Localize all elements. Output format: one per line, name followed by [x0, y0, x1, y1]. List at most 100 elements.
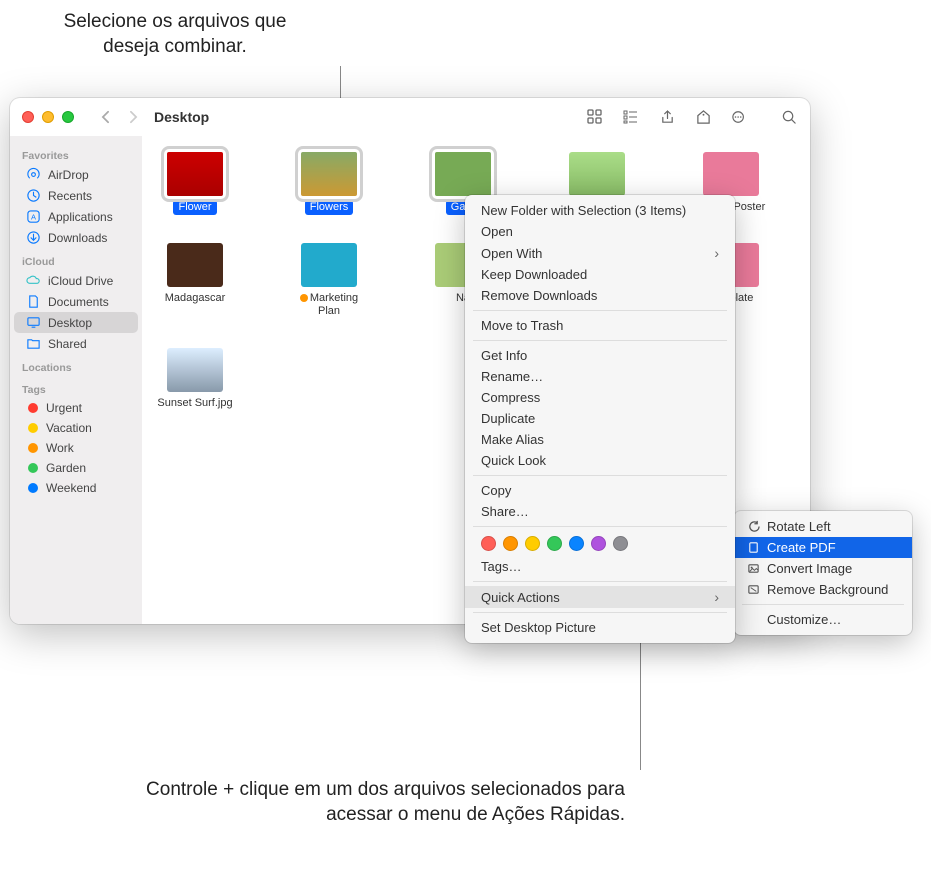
sidebar-item-desktop[interactable]: Desktop — [14, 312, 138, 333]
tag-color-swatch[interactable] — [525, 536, 540, 551]
zoom-button[interactable] — [62, 111, 74, 123]
menu-separator — [473, 526, 727, 527]
sidebar-section-header: iCloud — [10, 248, 142, 270]
folder-icon — [26, 336, 41, 351]
menu-item-rename[interactable]: Rename… — [465, 366, 735, 387]
file-item[interactable]: Flower — [150, 152, 240, 215]
tag-color-swatch[interactable] — [503, 536, 518, 551]
file-thumbnail — [167, 152, 223, 196]
file-thumbnail — [703, 152, 759, 196]
file-item[interactable]: Marketing Plan — [284, 243, 374, 319]
clock-icon — [26, 188, 41, 203]
search-icon[interactable] — [780, 108, 798, 126]
sidebar-item-airdrop[interactable]: AirDrop — [14, 164, 138, 185]
sidebar-item-shared[interactable]: Shared — [14, 333, 138, 354]
menu-item-copy[interactable]: Copy — [465, 480, 735, 501]
sidebar-item-weekend[interactable]: Weekend — [14, 478, 138, 498]
sidebar-item-label: Shared — [48, 337, 87, 351]
menu-item-share[interactable]: Share… — [465, 501, 735, 522]
sidebar-item-label: Garden — [46, 461, 86, 475]
tag-dot-icon — [28, 403, 38, 413]
menu-item-label: Get Info — [481, 348, 527, 363]
back-button[interactable] — [94, 110, 116, 124]
menu-item-quick-actions[interactable]: Quick Actions› — [465, 586, 735, 608]
sidebar-item-urgent[interactable]: Urgent — [14, 398, 138, 418]
group-icon[interactable] — [622, 108, 640, 126]
tag-color-swatch[interactable] — [481, 536, 496, 551]
menu-separator — [473, 340, 727, 341]
menu-separator — [473, 310, 727, 311]
more-icon[interactable] — [730, 108, 748, 126]
menu-item-duplicate[interactable]: Duplicate — [465, 408, 735, 429]
sidebar-item-label: Urgent — [46, 401, 82, 415]
share-icon[interactable] — [658, 108, 676, 126]
submenu-item-customize[interactable]: Customize… — [734, 609, 912, 630]
file-thumbnail — [167, 348, 223, 392]
view-icon-grid[interactable] — [586, 108, 604, 126]
submenu-item-convert-image[interactable]: Convert Image — [734, 558, 912, 579]
submenu-item-remove-background[interactable]: Remove Background — [734, 579, 912, 600]
apps-icon: A — [26, 209, 41, 224]
quick-actions-submenu: Rotate LeftCreate PDFConvert ImageRemove… — [734, 511, 912, 635]
menu-item-compress[interactable]: Compress — [465, 387, 735, 408]
menu-item-label: Copy — [481, 483, 511, 498]
close-button[interactable] — [22, 111, 34, 123]
sidebar-item-applications[interactable]: AApplications — [14, 206, 138, 227]
file-thumbnail — [301, 243, 357, 287]
file-name-label: Madagascar — [160, 291, 231, 306]
sidebar-item-label: Documents — [48, 295, 109, 309]
menu-item-quick-look[interactable]: Quick Look — [465, 450, 735, 471]
menu-item-open-with[interactable]: Open With› — [465, 242, 735, 264]
file-item[interactable]: Flowers — [284, 152, 374, 215]
menu-item-label: Make Alias — [481, 432, 544, 447]
sidebar: FavoritesAirDropRecentsAApplications Down… — [10, 136, 142, 624]
forward-button[interactable] — [122, 110, 144, 124]
menu-item-remove-downloads[interactable]: Remove Downloads — [465, 285, 735, 306]
file-thumbnail — [167, 243, 223, 287]
context-menu: New Folder with Selection (3 Items)OpenO… — [465, 195, 735, 643]
sidebar-item-work[interactable]: Work — [14, 438, 138, 458]
menu-item-move-to-trash[interactable]: Move to Trash — [465, 315, 735, 336]
file-thumbnail — [435, 152, 491, 196]
tag-dot-icon — [28, 463, 38, 473]
submenu-item-create-pdf[interactable]: Create PDF — [734, 537, 912, 558]
sidebar-item-label: Downloads — [48, 231, 107, 245]
sidebar-item-documents[interactable]: Documents — [14, 291, 138, 312]
tag-color-swatch[interactable] — [569, 536, 584, 551]
sidebar-item-downloads[interactable]: Downloads — [14, 227, 138, 248]
tag-color-swatch[interactable] — [547, 536, 562, 551]
menu-item-label: Remove Downloads — [481, 288, 597, 303]
sidebar-item-recents[interactable]: Recents — [14, 185, 138, 206]
menu-separator — [473, 475, 727, 476]
sidebar-item-label: Work — [46, 441, 74, 455]
sidebar-section-header: Favorites — [10, 142, 142, 164]
sidebar-item-icloud-drive[interactable]: iCloud Drive — [14, 270, 138, 291]
sidebar-item-vacation[interactable]: Vacation — [14, 418, 138, 438]
menu-item-get-info[interactable]: Get Info — [465, 345, 735, 366]
tag-icon[interactable] — [694, 108, 712, 126]
file-name-label: Sunset Surf.jpg — [152, 396, 237, 411]
pdf-icon — [746, 541, 760, 555]
file-item[interactable]: Madagascar — [150, 243, 240, 319]
menu-item-tags[interactable]: Tags… — [465, 556, 735, 577]
menu-item-set-desktop-picture[interactable]: Set Desktop Picture — [465, 617, 735, 638]
airdrop-icon — [26, 167, 41, 182]
menu-item-make-alias[interactable]: Make Alias — [465, 429, 735, 450]
menu-item-open[interactable]: Open — [465, 221, 735, 242]
menu-item-label: Keep Downloaded — [481, 267, 587, 282]
menu-item-new-folder-with-selection-3-items[interactable]: New Folder with Selection (3 Items) — [465, 200, 735, 221]
sidebar-section-header: Locations — [10, 354, 142, 376]
menu-item-label: Tags… — [481, 559, 521, 574]
svg-text:A: A — [31, 212, 36, 221]
sidebar-item-garden[interactable]: Garden — [14, 458, 138, 478]
sidebar-section-header: Tags — [10, 376, 142, 398]
tag-color-swatch[interactable] — [591, 536, 606, 551]
menu-item-keep-downloaded[interactable]: Keep Downloaded — [465, 264, 735, 285]
chevron-right-icon: › — [714, 589, 719, 605]
menu-separator — [473, 581, 727, 582]
tag-color-swatch[interactable] — [613, 536, 628, 551]
file-item[interactable]: Sunset Surf.jpg — [150, 348, 240, 411]
file-thumbnail — [569, 152, 625, 196]
minimize-button[interactable] — [42, 111, 54, 123]
submenu-item-rotate-left[interactable]: Rotate Left — [734, 516, 912, 537]
